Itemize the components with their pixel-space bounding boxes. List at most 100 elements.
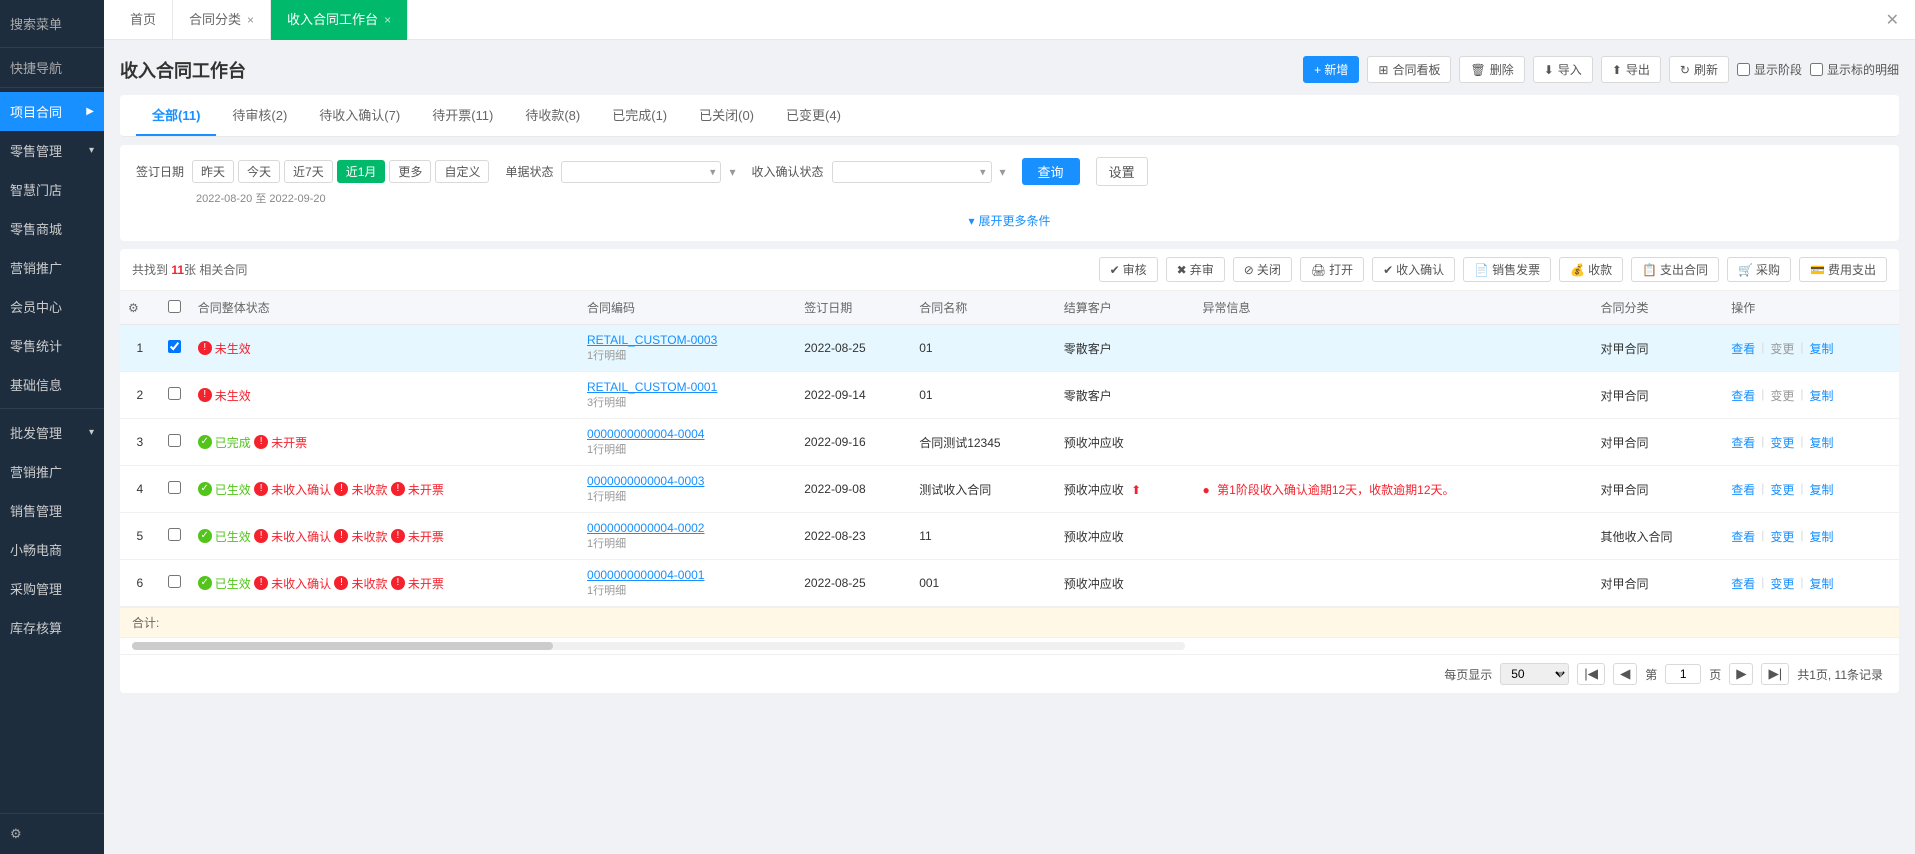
action-view-5[interactable]: 查看	[1731, 528, 1755, 545]
sidebar-item-smart-store[interactable]: 智慧门店	[0, 170, 104, 209]
row-checkbox-2[interactable]	[160, 372, 190, 419]
date-btn-more[interactable]: 更多	[389, 160, 431, 183]
contract-link-5[interactable]: 0000000000004-0002	[587, 521, 788, 535]
filter-tab-changed[interactable]: 已变更(4)	[770, 95, 857, 136]
row-checkbox-6[interactable]	[160, 560, 190, 607]
date-btn-yesterday[interactable]: 昨天	[192, 160, 234, 183]
sidebar-item-batch-mgmt[interactable]: 批发管理 ▾	[0, 413, 104, 452]
tab-close-income-workbench[interactable]: ×	[384, 0, 391, 40]
contract-link-3[interactable]: 0000000000004-0004	[587, 427, 788, 441]
date-btn-1month[interactable]: 近1月	[337, 160, 386, 183]
sidebar-item-retail-stats[interactable]: 零售统计	[0, 326, 104, 365]
expand-conditions-button[interactable]: ▾ 展开更多条件	[136, 212, 1883, 229]
action-change-5[interactable]: 变更	[1770, 528, 1794, 545]
show-fields-checkbox-wrapper[interactable]: 显示阶段	[1737, 61, 1802, 78]
action-change-1[interactable]: 变更	[1770, 340, 1794, 357]
sidebar-quick-nav[interactable]: 快捷导航	[0, 48, 104, 83]
filter-tab-pending-invoice[interactable]: 待开票(11)	[416, 95, 509, 136]
action-change-6[interactable]: 变更	[1770, 575, 1794, 592]
date-btn-custom[interactable]: 自定义	[435, 160, 489, 183]
select-all-checkbox[interactable]	[168, 300, 181, 313]
filter-tab-all[interactable]: 全部(11)	[136, 95, 216, 136]
sidebar-item-project[interactable]: 项目合同 ▶	[0, 92, 104, 131]
contract-link-2[interactable]: RETAIL_CUSTOM-0001	[587, 380, 788, 394]
tab-close-all-button[interactable]: ✕	[1880, 10, 1905, 30]
sidebar-item-ecommerce[interactable]: 小畅电商	[0, 530, 104, 569]
sidebar-item-purchase[interactable]: 采购管理	[0, 569, 104, 608]
action-copy-4[interactable]: 复制	[1810, 481, 1834, 498]
action-copy-1[interactable]: 复制	[1810, 340, 1834, 357]
purchase-button[interactable]: 🛒 采购	[1727, 257, 1791, 282]
sidebar-item-sales-mgmt[interactable]: 销售管理	[0, 491, 104, 530]
contract-link-4[interactable]: 0000000000004-0003	[587, 474, 788, 488]
action-change-2[interactable]: 变更	[1770, 387, 1794, 404]
page-size-select[interactable]: 10 20 50 100	[1500, 663, 1569, 685]
action-view-2[interactable]: 查看	[1731, 387, 1755, 404]
row-checkbox-5[interactable]	[160, 513, 190, 560]
action-copy-6[interactable]: 复制	[1810, 575, 1834, 592]
filter-tab-pending-payment[interactable]: 待收款(8)	[509, 95, 596, 136]
tab-income-workbench[interactable]: 收入合同工作台 ×	[271, 0, 408, 40]
row-checkbox-1[interactable]	[160, 325, 190, 372]
page-number-input[interactable]	[1665, 664, 1701, 684]
sidebar-settings[interactable]: ⚙	[0, 813, 104, 854]
last-page-button[interactable]: ▶|	[1761, 663, 1789, 685]
import-button[interactable]: ⬇ 导入	[1533, 56, 1593, 83]
sidebar-item-member[interactable]: 会员中心	[0, 287, 104, 326]
sidebar-item-batch-marketing[interactable]: 营销推广	[0, 452, 104, 491]
th-settings[interactable]: ⚙	[120, 291, 160, 325]
sidebar-item-retail-mgmt[interactable]: 零售管理 ▾	[0, 131, 104, 170]
contract-link-6[interactable]: 0000000000004-0001	[587, 568, 788, 582]
row-checkbox-3[interactable]	[160, 419, 190, 466]
action-view-1[interactable]: 查看	[1731, 340, 1755, 357]
filter-tab-pending-review[interactable]: 待审核(2)	[216, 95, 303, 136]
tab-close-contract-category[interactable]: ×	[247, 0, 254, 40]
show-details-checkbox-wrapper[interactable]: 显示标的明细	[1810, 61, 1899, 78]
refresh-button[interactable]: ↻ 刷新	[1669, 56, 1729, 83]
action-copy-2[interactable]: 复制	[1810, 387, 1834, 404]
sidebar-search[interactable]: 搜索菜单	[0, 0, 104, 48]
tab-home[interactable]: 首页	[114, 0, 173, 40]
print-button[interactable]: 🖨 打开	[1300, 257, 1364, 282]
show-details-checkbox[interactable]	[1810, 63, 1823, 76]
sidebar-item-retail-mall[interactable]: 零售商城	[0, 209, 104, 248]
action-view-6[interactable]: 查看	[1731, 575, 1755, 592]
action-view-4[interactable]: 查看	[1731, 481, 1755, 498]
delete-button[interactable]: 🗑 删除	[1459, 56, 1524, 83]
tab-contract-category[interactable]: 合同分类 ×	[173, 0, 271, 40]
action-change-3[interactable]: 变更	[1770, 434, 1794, 451]
setting-button[interactable]: 设置	[1096, 157, 1148, 186]
review-button[interactable]: ✔ 审核	[1099, 257, 1158, 282]
action-copy-3[interactable]: 复制	[1810, 434, 1834, 451]
date-btn-7days[interactable]: 近7天	[284, 160, 333, 183]
filter-tab-closed[interactable]: 已关闭(0)	[683, 95, 770, 136]
next-page-button[interactable]: ▶	[1729, 663, 1753, 685]
abandon-button[interactable]: ✖ 弃审	[1166, 257, 1225, 282]
expense-out-button[interactable]: 📋 支出合同	[1631, 257, 1719, 282]
close-button[interactable]: ⊘ 关闭	[1233, 257, 1292, 282]
sidebar-item-basic-info[interactable]: 基础信息	[0, 365, 104, 404]
row-checkbox-4[interactable]	[160, 466, 190, 513]
income-confirm-select[interactable]	[832, 161, 992, 183]
contract-board-button[interactable]: ⊞ 合同看板	[1367, 56, 1451, 83]
action-view-3[interactable]: 查看	[1731, 434, 1755, 451]
fee-out-button[interactable]: 💳 费用支出	[1799, 257, 1887, 282]
sales-invoice-button[interactable]: 📄 销售发票	[1463, 257, 1551, 282]
action-change-4[interactable]: 变更	[1770, 481, 1794, 498]
action-copy-5[interactable]: 复制	[1810, 528, 1834, 545]
show-fields-checkbox[interactable]	[1737, 63, 1750, 76]
th-checkbox[interactable]	[160, 291, 190, 325]
query-button[interactable]: 查询	[1022, 158, 1080, 185]
prev-page-button[interactable]: ◀	[1613, 663, 1637, 685]
add-button[interactable]: + 新增	[1303, 56, 1359, 83]
filter-tab-pending-income-confirm[interactable]: 待收入确认(7)	[303, 95, 416, 136]
date-btn-today[interactable]: 今天	[238, 160, 280, 183]
sidebar-item-inventory[interactable]: 库存核算	[0, 608, 104, 647]
payment-button[interactable]: 💰 收款	[1559, 257, 1623, 282]
first-page-button[interactable]: |◀	[1577, 663, 1605, 685]
contract-link-1[interactable]: RETAIL_CUSTOM-0003	[587, 333, 788, 347]
doc-status-select[interactable]	[561, 161, 721, 183]
filter-tab-completed[interactable]: 已完成(1)	[596, 95, 683, 136]
export-button[interactable]: ⬆ 导出	[1601, 56, 1661, 83]
income-confirm-button[interactable]: ✔ 收入确认	[1372, 257, 1455, 282]
